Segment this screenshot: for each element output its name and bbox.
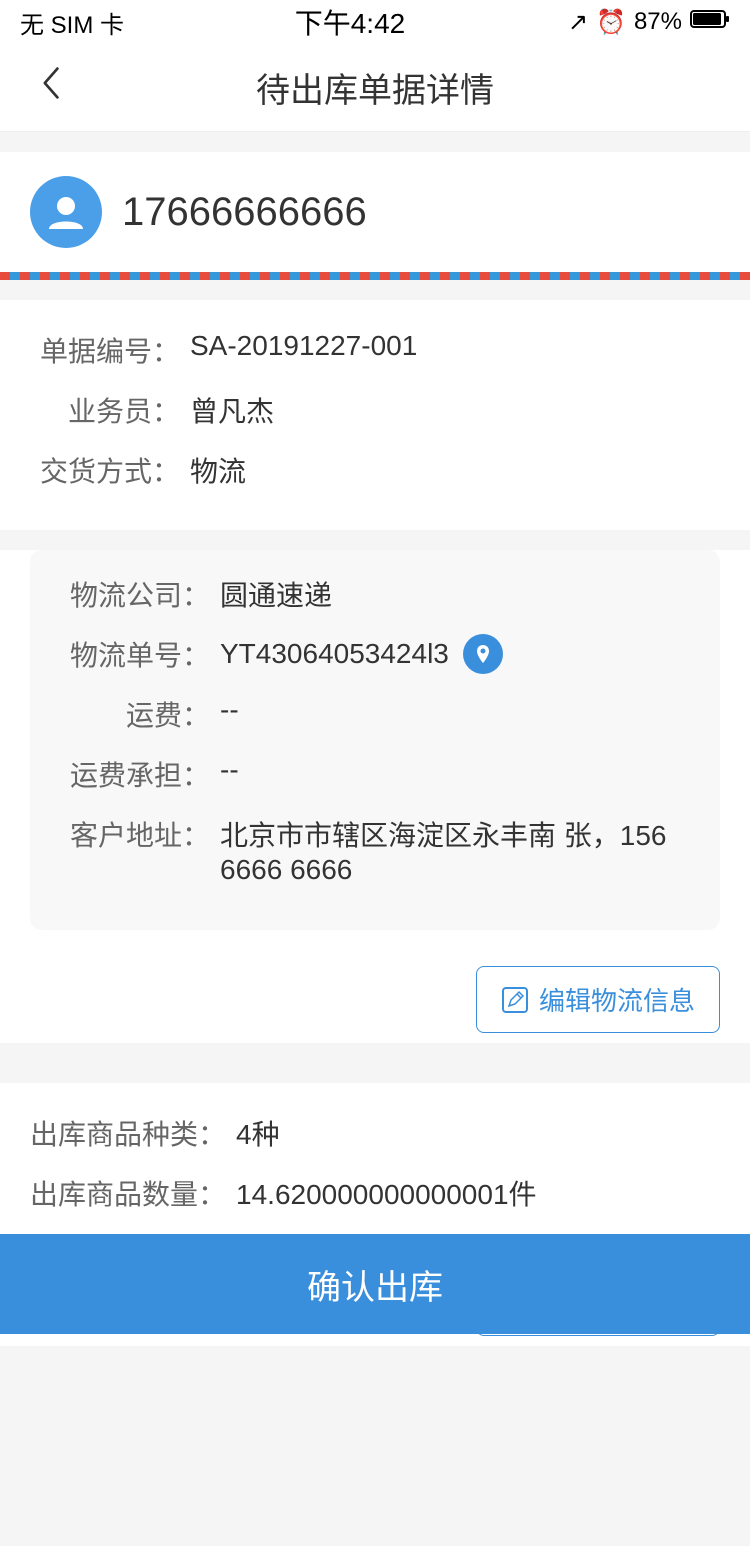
goods-types-value: 4种 (236, 1113, 720, 1153)
delivery-method-value: 物流 (190, 450, 720, 490)
confirm-outbound-label: 确认出库 (307, 1260, 443, 1309)
order-number-row: 单据编号： SA-20191227-001 (30, 330, 720, 370)
battery-icon (690, 8, 730, 36)
goods-quantity-row: 出库商品数量： 14.620000000000001件 (30, 1173, 720, 1213)
goods-section: 出库商品种类： 4种 出库商品数量： 14.620000000000001件 (0, 1083, 750, 1253)
carrier-text: 无 SIM 卡 (20, 5, 124, 40)
section-divider-1 (0, 1043, 750, 1063)
salesman-row: 业务员： 曾凡杰 (30, 390, 720, 430)
salesman-value: 曾凡杰 (190, 390, 720, 430)
gray-area (0, 1346, 750, 1546)
battery-text: 87% (634, 8, 682, 36)
goods-types-row: 出库商品种类： 4种 (30, 1113, 720, 1153)
order-number-value: SA-20191227-001 (190, 330, 720, 362)
dashed-divider (0, 272, 750, 280)
logistics-tracking-label: 物流单号： (60, 634, 220, 674)
logistics-company-value: 圆通速递 (220, 574, 690, 614)
status-time: 下午4:42 (295, 2, 406, 42)
user-phone: 17666666666 (122, 190, 367, 235)
page-title: 待出库单据详情 (256, 63, 494, 112)
logistics-card: 物流公司： 圆通速递 物流单号： YT43064053424l3 运费： (30, 550, 720, 930)
delivery-method-label: 交货方式： (30, 450, 190, 490)
logistics-tracking-row: 物流单号： YT43064053424l3 (30, 634, 720, 674)
delivery-method-row: 交货方式： 物流 (30, 450, 720, 490)
logistics-company-row: 物流公司： 圆通速递 (30, 574, 720, 614)
back-button[interactable] (30, 55, 74, 120)
freight-row: 运费： -- (30, 694, 720, 734)
address-label: 客户地址： (60, 814, 220, 854)
order-number-label: 单据编号： (30, 330, 190, 370)
avatar (30, 176, 102, 248)
freight-value: -- (220, 694, 690, 726)
status-bar: 无 SIM 卡 下午4:42 ↗ ⏰ 87% (0, 0, 750, 44)
freight-bearer-value: -- (220, 754, 690, 786)
address-row: 客户地址： 北京市市辖区海淀区永丰南 张，156 6666 6666 (30, 814, 720, 886)
status-left: 无 SIM 卡 (20, 5, 132, 40)
edit-btn-container: 编辑物流信息 (0, 950, 750, 1043)
logistics-company-label: 物流公司： (60, 574, 220, 614)
user-header: 17666666666 (0, 152, 750, 272)
location-service-icon: ↗ (568, 8, 588, 37)
edit-logistics-button[interactable]: 编辑物流信息 (476, 966, 720, 1033)
confirm-outbound-button[interactable]: 确认出库 (0, 1234, 750, 1334)
freight-label: 运费： (60, 694, 220, 734)
goods-quantity-value: 14.620000000000001件 (236, 1173, 720, 1213)
location-icon[interactable] (463, 634, 503, 674)
edit-logistics-label: 编辑物流信息 (539, 981, 695, 1018)
goods-types-label: 出库商品种类： (30, 1113, 236, 1153)
logistics-tracking-value: YT43064053424l3 (220, 634, 690, 674)
alarm-icon: ⏰ (596, 8, 626, 37)
order-info-section: 单据编号： SA-20191227-001 业务员： 曾凡杰 交货方式： 物流 (0, 300, 750, 530)
address-value: 北京市市辖区海淀区永丰南 张，156 6666 6666 (220, 814, 690, 886)
freight-bearer-label: 运费承担： (60, 754, 220, 794)
goods-quantity-label: 出库商品数量： (30, 1173, 236, 1213)
salesman-label: 业务员： (30, 390, 190, 430)
freight-bearer-row: 运费承担： -- (30, 754, 720, 794)
status-right: ↗ ⏰ 87% (568, 8, 730, 37)
nav-bar: 待出库单据详情 (0, 44, 750, 132)
